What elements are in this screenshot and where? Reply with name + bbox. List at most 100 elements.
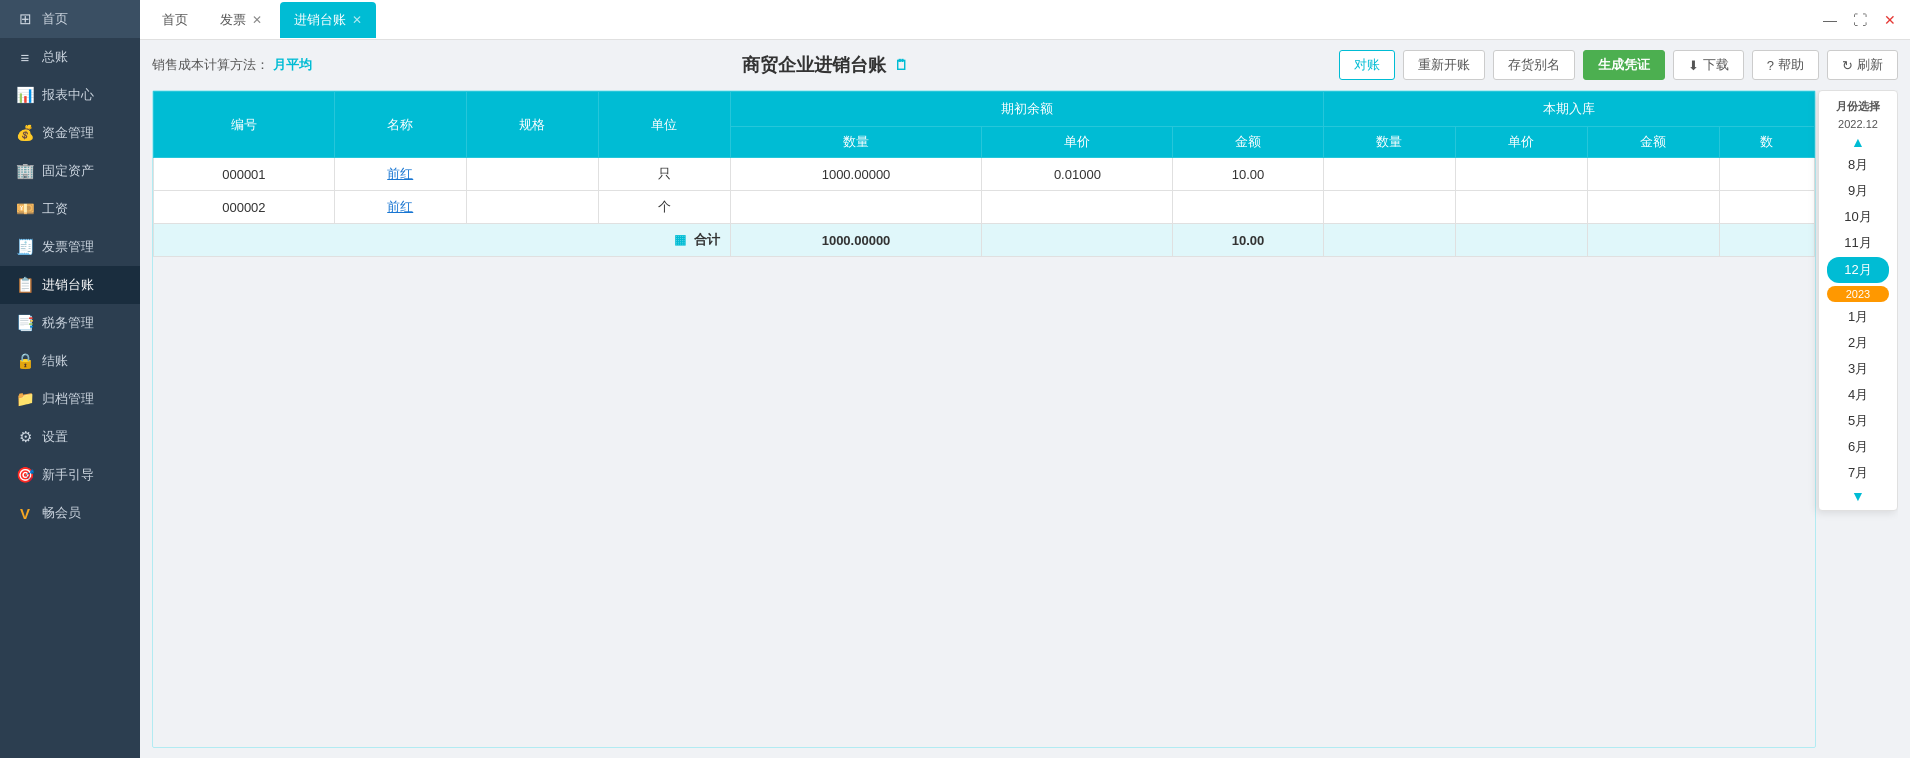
month-item-8[interactable]: 8月 (1819, 152, 1897, 178)
col-unit: 单位 (598, 92, 730, 158)
cost-method-label: 销售成本计算方法： (152, 57, 269, 72)
month-item-1[interactable]: 1月 (1819, 304, 1897, 330)
cell-unit: 只 (598, 158, 730, 191)
sidebar-item-label: 固定资产 (42, 162, 94, 180)
month-panel-year-2022: 2022.12 (1838, 116, 1878, 132)
cell-spec (466, 191, 598, 224)
cell-open-amount (1173, 191, 1323, 224)
sidebar-item-guide[interactable]: 🎯 新手引导 (0, 456, 140, 494)
maximize-button[interactable]: ⛶ (1848, 8, 1872, 32)
sidebar-item-invoice-mgmt[interactable]: 🧾 发票管理 (0, 228, 140, 266)
col-group-opening: 期初余额 (730, 92, 1323, 127)
cell-open-qty: 1000.00000 (730, 158, 982, 191)
sidebar-item-label: 首页 (42, 10, 68, 28)
purchase-sale-table: 编号 名称 规格 单位 期初余额 本期入库 数量 单价 金额 数量 (153, 91, 1815, 257)
ledger-icon: ≡ (16, 49, 34, 66)
sidebar-item-home[interactable]: ⊞ 首页 (0, 0, 140, 38)
sidebar-item-label: 总账 (42, 48, 68, 66)
sidebar-item-label: 税务管理 (42, 314, 94, 332)
col-extra: 数 (1719, 127, 1814, 158)
sidebar-item-ledger[interactable]: ≡ 总账 (0, 38, 140, 76)
sidebar-item-label: 设置 (42, 428, 68, 446)
total-label: ▦ 合计 (154, 224, 731, 257)
sidebar-item-label: 进销台账 (42, 276, 94, 294)
sidebar-item-salary[interactable]: 💴 工资 (0, 190, 140, 228)
settings-icon: ⚙ (16, 428, 34, 446)
col-spec: 规格 (466, 92, 598, 158)
sidebar-item-vip[interactable]: V 畅会员 (0, 494, 140, 532)
sidebar-item-label: 报表中心 (42, 86, 94, 104)
cell-in-amount (1587, 158, 1719, 191)
tab-invoice[interactable]: 发票 ✕ (206, 2, 276, 38)
col-id: 编号 (154, 92, 335, 158)
refresh-button[interactable]: ↻ 刷新 (1827, 50, 1898, 80)
col-group-current-in: 本期入库 (1323, 92, 1814, 127)
month-item-4[interactable]: 4月 (1819, 382, 1897, 408)
sidebar-item-close-account[interactable]: 🔒 结账 (0, 342, 140, 380)
reopen-button[interactable]: 重新开账 (1403, 50, 1485, 80)
month-item-9[interactable]: 9月 (1819, 178, 1897, 204)
sidebar-item-label: 结账 (42, 352, 68, 370)
archive-icon: 📁 (16, 390, 34, 408)
month-item-6[interactable]: 6月 (1819, 434, 1897, 460)
close-window-button[interactable]: ✕ (1878, 8, 1902, 32)
month-item-3[interactable]: 3月 (1819, 356, 1897, 382)
expand-icon: ▦ (674, 232, 686, 247)
minimize-button[interactable]: — (1818, 8, 1842, 32)
month-scroll-down[interactable]: ▼ (1846, 486, 1870, 506)
cell-open-qty (730, 191, 982, 224)
col-open-price: 单价 (982, 127, 1173, 158)
cost-method-value: 月平均 (273, 57, 312, 72)
sidebar-item-purchase-sale[interactable]: 📋 进销台账 (0, 266, 140, 304)
month-item-7[interactable]: 7月 (1819, 460, 1897, 486)
month-item-5[interactable]: 5月 (1819, 408, 1897, 434)
sidebar-item-archive[interactable]: 📁 归档管理 (0, 380, 140, 418)
sidebar-item-tax[interactable]: 📑 税务管理 (0, 304, 140, 342)
cell-in-price (1455, 158, 1587, 191)
col-in-amount: 金额 (1587, 127, 1719, 158)
total-in-amount (1587, 224, 1719, 257)
month-item-11[interactable]: 11月 (1819, 230, 1897, 256)
month-item-2[interactable]: 2月 (1819, 330, 1897, 356)
generate-voucher-button[interactable]: 生成凭证 (1583, 50, 1665, 80)
download-button[interactable]: ⬇ 下载 (1673, 50, 1744, 80)
assets-icon: 🏢 (16, 162, 34, 180)
cell-in-amount (1587, 191, 1719, 224)
save-alias-button[interactable]: 存货别名 (1493, 50, 1575, 80)
tab-purchase-sale-close[interactable]: ✕ (352, 13, 362, 27)
total-open-amount: 10.00 (1173, 224, 1323, 257)
reconcile-button[interactable]: 对账 (1339, 50, 1395, 80)
sidebar-item-assets[interactable]: 🏢 固定资产 (0, 152, 140, 190)
month-item-10[interactable]: 10月 (1819, 204, 1897, 230)
action-buttons: 对账 重新开账 存货别名 生成凭证 ⬇ 下载 ? 帮助 ↻ 刷新 (1339, 50, 1898, 80)
cell-name: 前红 (334, 158, 466, 191)
help-button[interactable]: ? 帮助 (1752, 50, 1819, 80)
sidebar-item-label: 工资 (42, 200, 68, 218)
sidebar-item-label: 资金管理 (42, 124, 94, 142)
window-controls: — ⛶ ✕ (1818, 8, 1902, 32)
month-item-12[interactable]: 12月 (1827, 257, 1889, 283)
month-panel-title: 月份选择 (1836, 95, 1880, 116)
tab-home[interactable]: 首页 (148, 2, 202, 38)
cell-id: 000001 (154, 158, 335, 191)
total-extra (1719, 224, 1814, 257)
sidebar-item-finance[interactable]: 💰 资金管理 (0, 114, 140, 152)
cell-extra (1719, 191, 1814, 224)
cell-in-qty (1323, 191, 1455, 224)
tab-purchase-sale[interactable]: 进销台账 ✕ (280, 2, 376, 38)
total-in-price (1455, 224, 1587, 257)
content-area: 销售成本计算方法： 月平均 商贸企业进销台账 🗒 对账 重新开账 存货别名 生成… (140, 40, 1910, 758)
cell-name: 前红 (334, 191, 466, 224)
close-account-icon: 🔒 (16, 352, 34, 370)
tax-icon: 📑 (16, 314, 34, 332)
cell-in-price (1455, 191, 1587, 224)
tab-invoice-close[interactable]: ✕ (252, 13, 262, 27)
month-scroll-up[interactable]: ▲ (1846, 132, 1870, 152)
sidebar-item-reports[interactable]: 📊 报表中心 (0, 76, 140, 114)
sidebar-item-settings[interactable]: ⚙ 设置 (0, 418, 140, 456)
col-in-price: 单价 (1455, 127, 1587, 158)
help-icon: ? (1767, 58, 1774, 73)
cost-method: 销售成本计算方法： 月平均 (152, 56, 312, 74)
invoice-mgmt-icon: 🧾 (16, 238, 34, 256)
info-icon: 🗒 (894, 57, 908, 73)
